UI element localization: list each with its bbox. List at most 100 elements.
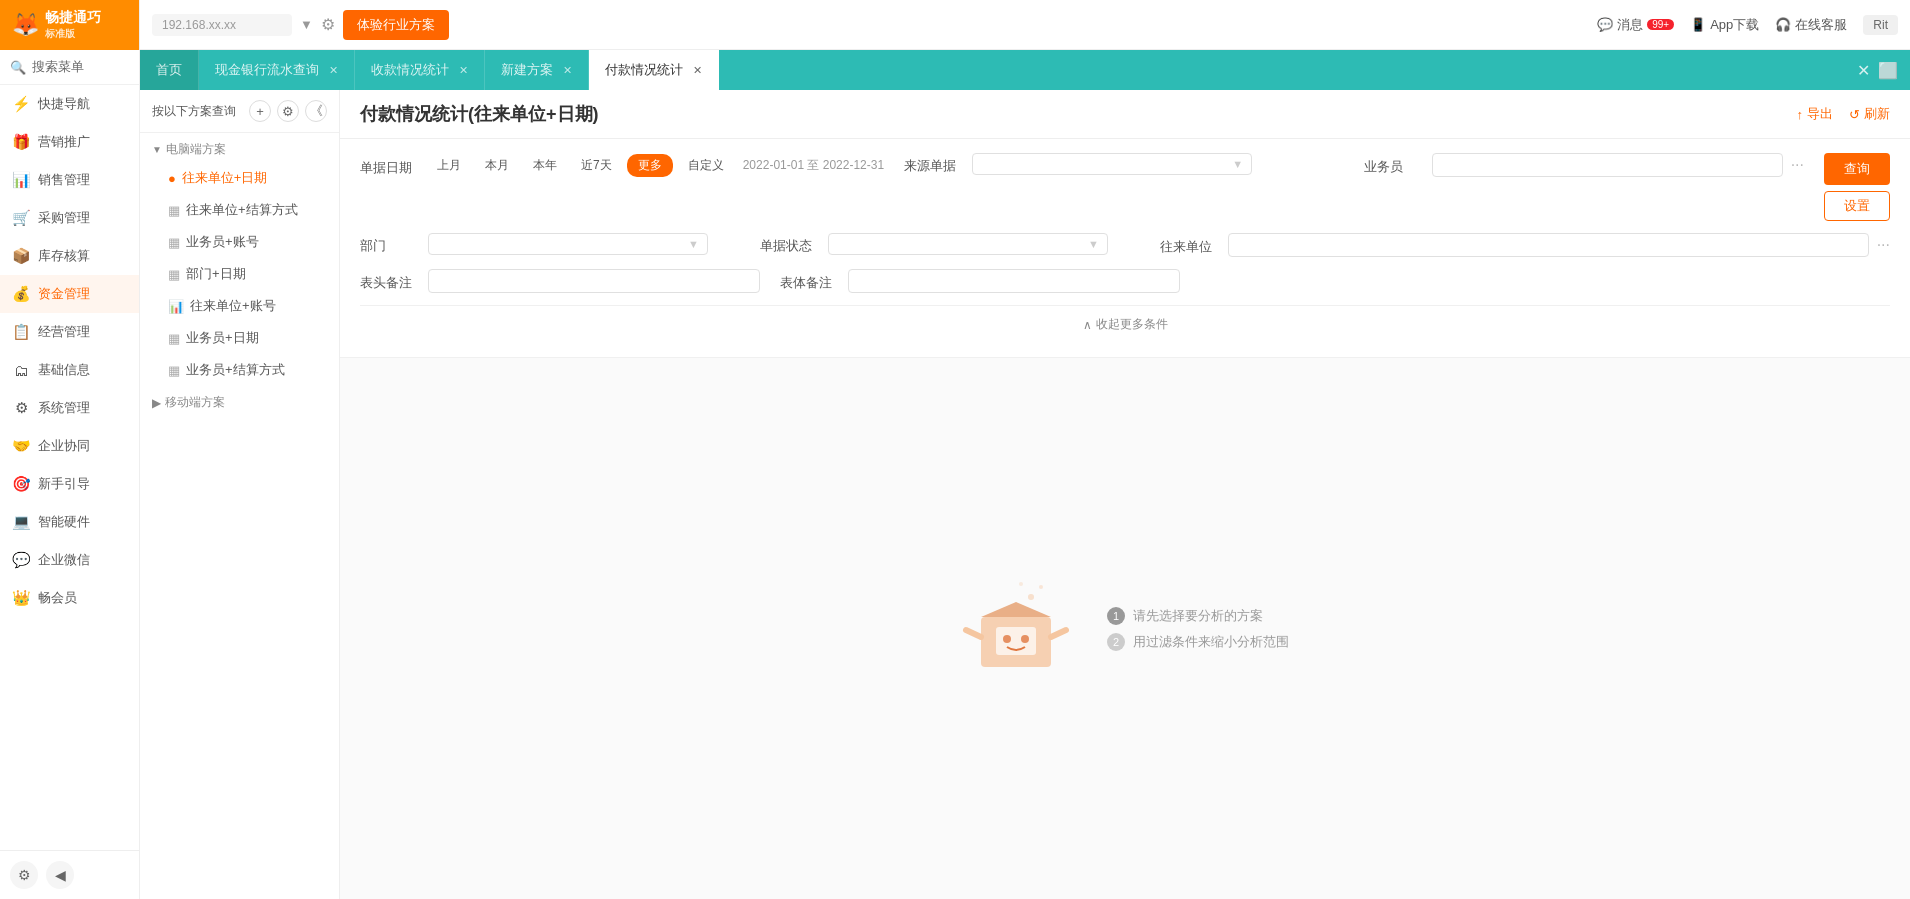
- sidebar-item-hardware[interactable]: 💻 智能硬件: [0, 503, 139, 541]
- filter-settings-btn[interactable]: 设置: [1824, 191, 1890, 221]
- quick-nav-icon: ⚡: [12, 95, 30, 113]
- sidebar-item-label: 销售管理: [38, 171, 90, 189]
- scheme-item-partner-settlement[interactable]: ▦ 往来单位+结算方式: [140, 194, 339, 226]
- tab-bank-flow[interactable]: 现金银行流水查询 ✕: [199, 50, 355, 90]
- scheme-header: 按以下方案查询 + ⚙ 《: [140, 90, 339, 133]
- scheme-item-salesperson-settlement[interactable]: ▦ 业务员+结算方式: [140, 354, 339, 386]
- sidebar-item-inventory[interactable]: 📦 库存核算: [0, 237, 139, 275]
- sidebar-item-wechat[interactable]: 💬 企业微信: [0, 541, 139, 579]
- collapse-more-conditions[interactable]: ∧ 收起更多条件: [360, 305, 1890, 343]
- hardware-icon: 💻: [12, 513, 30, 531]
- add-scheme-btn[interactable]: +: [249, 100, 271, 122]
- collab-icon: 🤝: [12, 437, 30, 455]
- date-btn-this-year[interactable]: 本年: [524, 153, 566, 178]
- sidebar-item-label: 资金管理: [38, 285, 90, 303]
- svg-point-9: [1019, 582, 1023, 586]
- settings-bottom-btn[interactable]: ⚙: [10, 861, 38, 889]
- sidebar-item-finance[interactable]: 💰 资金管理: [0, 275, 139, 313]
- tab-home[interactable]: 首页: [140, 50, 199, 90]
- sidebar-item-label: 系统管理: [38, 399, 90, 417]
- tab-receipt-stats[interactable]: 收款情况统计 ✕: [355, 50, 485, 90]
- date-filter-values: 上月 本月 本年 近7天 更多 自定义 2022-01-01 至 2022-12…: [428, 153, 884, 178]
- tab-payment-stats[interactable]: 付款情况统计 ✕: [589, 50, 719, 90]
- empty-content-row: 1 请先选择要分析的方案 2 用过滤条件来缩小分析范围: [961, 572, 1289, 685]
- tab-new-scheme[interactable]: 新建方案 ✕: [485, 50, 589, 90]
- date-btn-custom[interactable]: 自定义: [679, 153, 733, 178]
- collapse-scheme-btn[interactable]: 《: [305, 100, 327, 122]
- date-btn-last-month[interactable]: 上月: [428, 153, 470, 178]
- header-note-input[interactable]: [428, 269, 760, 293]
- sidebar-item-sales[interactable]: 📊 销售管理: [0, 161, 139, 199]
- tab-close-icon[interactable]: ✕: [459, 64, 468, 77]
- scheme-item-partner-date[interactable]: ● 往来单位+日期: [140, 162, 339, 194]
- partner-input[interactable]: [1228, 233, 1869, 257]
- export-btn[interactable]: ↑ 导出: [1797, 105, 1834, 123]
- online-service-btn[interactable]: 🎧 在线客服: [1775, 16, 1847, 34]
- main-area: 192.168.xx.xx ▼ ⚙ 体验行业方案 💬 消息 99+ 📱 App下…: [140, 0, 1910, 899]
- salesperson-more-icon[interactable]: ···: [1791, 156, 1804, 174]
- voucher-status-label: 单据状态: [760, 233, 820, 255]
- scheme-item-salesperson-account[interactable]: ▦ 业务员+账号: [140, 226, 339, 258]
- source-select[interactable]: ▼: [972, 153, 1252, 175]
- sidebar-item-vip[interactable]: 👑 畅会员: [0, 579, 139, 617]
- scheme-item-salesperson-date[interactable]: ▦ 业务员+日期: [140, 322, 339, 354]
- sidebar-item-system[interactable]: ⚙ 系统管理: [0, 389, 139, 427]
- sidebar-item-guide[interactable]: 🎯 新手引导: [0, 465, 139, 503]
- app-download-btn[interactable]: 📱 App下载: [1690, 16, 1759, 34]
- page-title: 付款情况统计(往来单位+日期): [360, 102, 599, 126]
- message-badge: 99+: [1647, 19, 1674, 30]
- sidebar-item-marketing[interactable]: 🎁 营销推广: [0, 123, 139, 161]
- svg-line-5: [966, 630, 981, 637]
- empty-tips: 1 请先选择要分析的方案 2 用过滤条件来缩小分析范围: [1107, 607, 1289, 651]
- trial-btn[interactable]: 体验行业方案: [343, 10, 449, 40]
- svg-point-4: [1021, 635, 1029, 643]
- source-dropdown-icon: ▼: [1232, 158, 1243, 170]
- scheme-item-label: 往来单位+日期: [182, 169, 268, 187]
- salesperson-filter-col: 业务员 ···: [1364, 153, 1804, 177]
- settings-icon[interactable]: ⚙: [321, 15, 335, 34]
- scheme-header-actions: + ⚙ 《: [249, 100, 327, 122]
- date-btn-this-month[interactable]: 本月: [476, 153, 518, 178]
- scheme-item-partner-account[interactable]: 📊 往来单位+账号: [140, 290, 339, 322]
- filter-row-2: 部门 ▼ 单据状态 ▼ 往来单位: [360, 233, 1890, 257]
- pc-group-arrow[interactable]: ▼: [152, 144, 162, 155]
- query-btn[interactable]: 查询: [1824, 153, 1890, 185]
- salesperson-input[interactable]: [1432, 153, 1783, 177]
- inventory-icon: 📦: [12, 247, 30, 265]
- tab-close-icon[interactable]: ✕: [329, 64, 338, 77]
- body-note-input[interactable]: [848, 269, 1180, 293]
- sidebar-item-quick-nav[interactable]: ⚡ 快捷导航: [0, 85, 139, 123]
- partner-more-icon[interactable]: ···: [1877, 236, 1890, 254]
- header-note-col: 表头备注: [360, 269, 760, 293]
- search-menu[interactable]: 🔍 搜索菜单: [0, 50, 139, 85]
- filter-row-1: 单据日期 上月 本月 本年 近7天 更多 自定义 2022-01-01 至 20…: [360, 153, 1890, 221]
- finance-icon: 💰: [12, 285, 30, 303]
- date-btn-more[interactable]: 更多: [627, 154, 673, 177]
- address-dropdown-icon[interactable]: ▼: [300, 17, 313, 32]
- tabbar-actions: ✕ ⬜: [1845, 50, 1910, 90]
- user-avatar[interactable]: Rit: [1863, 15, 1898, 35]
- tab-close-icon[interactable]: ✕: [563, 64, 572, 77]
- close-all-tabs-btn[interactable]: ✕: [1857, 61, 1870, 80]
- sidebar-item-purchase[interactable]: 🛒 采购管理: [0, 199, 139, 237]
- collapse-sidebar-btn[interactable]: ◀: [46, 861, 74, 889]
- mobile-scheme-group[interactable]: ▶ 移动端方案: [140, 386, 339, 415]
- sidebar-item-basic-info[interactable]: 🗂 基础信息: [0, 351, 139, 389]
- dept-label: 部门: [360, 233, 420, 255]
- maximize-btn[interactable]: ⬜: [1878, 61, 1898, 80]
- sidebar-item-business[interactable]: 📋 经营管理: [0, 313, 139, 351]
- page-title-actions: ↑ 导出 ↺ 刷新: [1797, 105, 1891, 123]
- message-icon: 💬: [1597, 17, 1613, 32]
- tab-label: 现金银行流水查询: [215, 61, 319, 79]
- sidebar-item-collab[interactable]: 🤝 企业协同: [0, 427, 139, 465]
- scheme-settings-btn[interactable]: ⚙: [277, 100, 299, 122]
- voucher-status-select[interactable]: ▼: [828, 233, 1108, 255]
- app-name: 畅捷通巧: [45, 9, 101, 27]
- tab-close-icon[interactable]: ✕: [693, 64, 702, 77]
- message-btn[interactable]: 💬 消息 99+: [1597, 16, 1674, 34]
- scheme-item-dept-date[interactable]: ▦ 部门+日期: [140, 258, 339, 290]
- refresh-btn[interactable]: ↺ 刷新: [1849, 105, 1890, 123]
- dept-select[interactable]: ▼: [428, 233, 708, 255]
- date-btn-7days[interactable]: 近7天: [572, 153, 621, 178]
- guide-icon: 🎯: [12, 475, 30, 493]
